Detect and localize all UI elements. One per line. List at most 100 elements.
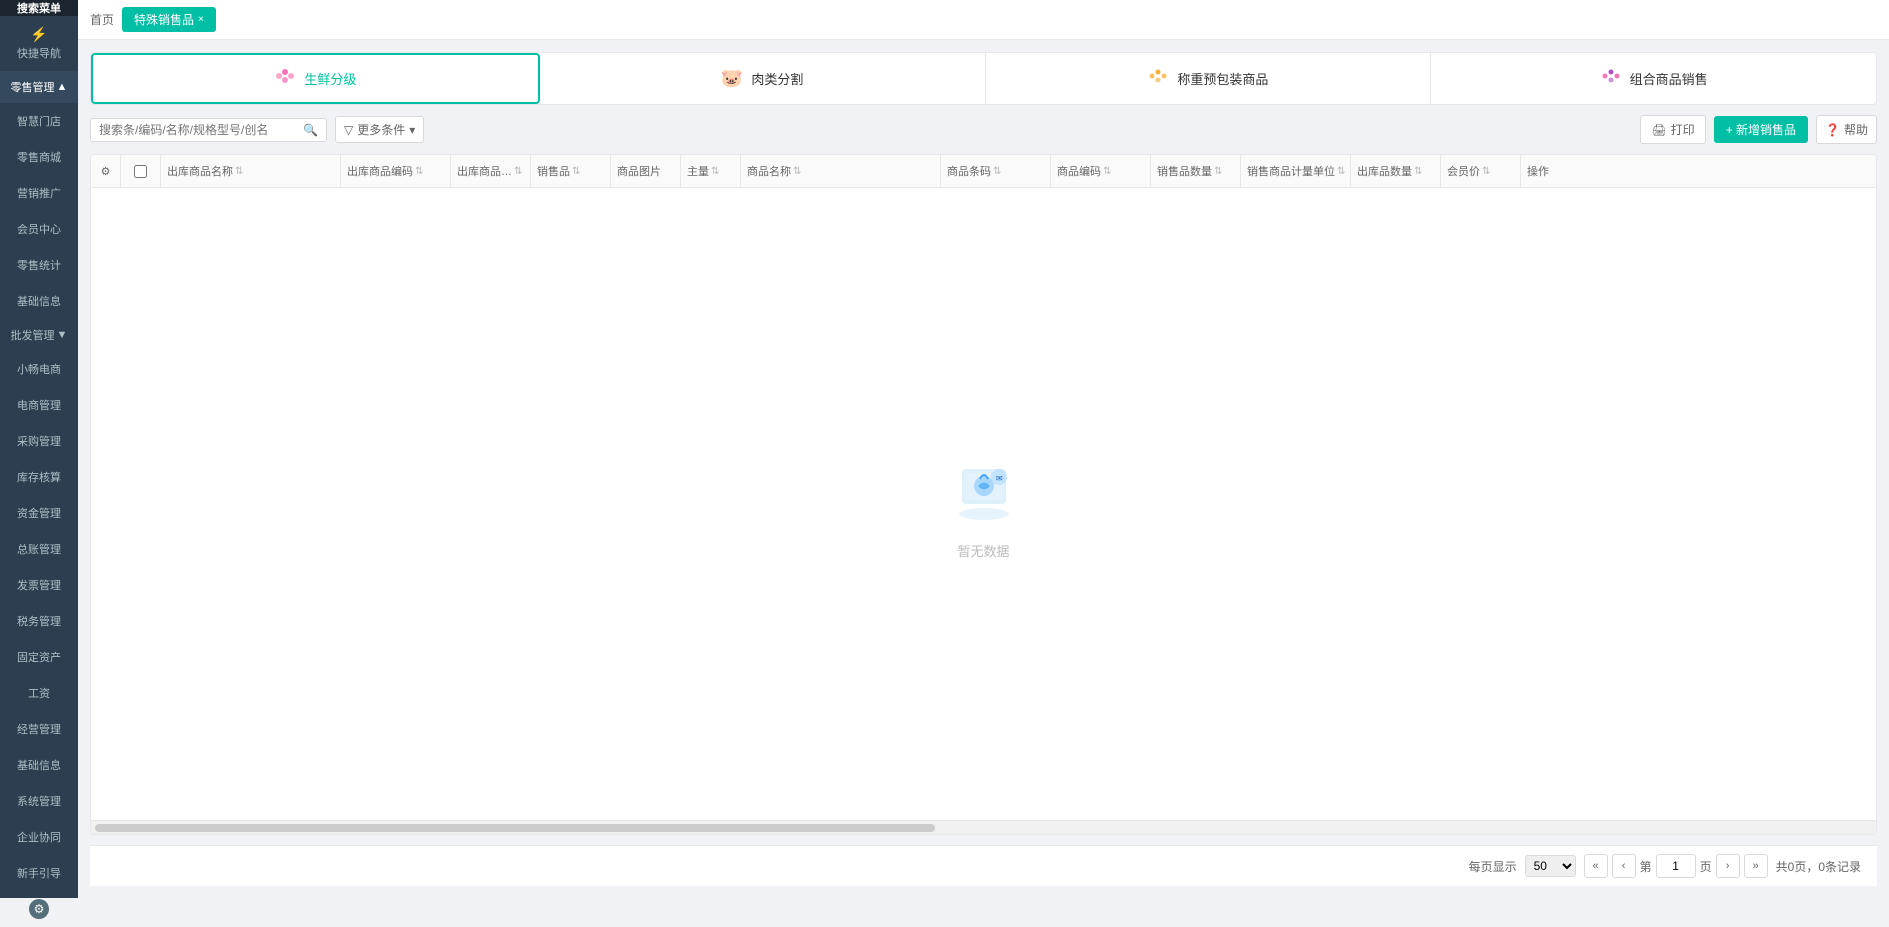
sidebar-bottom: ⚙	[0, 891, 78, 927]
sidebar-item-basic-info[interactable]: 基础信息	[0, 283, 78, 319]
cat-tab-fresh[interactable]: 生鲜分级	[91, 53, 540, 104]
sidebar-item-inventory[interactable]: 库存核算	[0, 459, 78, 495]
sidebar-item-general-ledger[interactable]: 总账管理	[0, 531, 78, 567]
cat-tab-weighing[interactable]: 称重预包装商品	[986, 53, 1432, 104]
sort-icon-weight[interactable]: ⇅	[711, 166, 719, 177]
combo-label: 组合商品销售	[1630, 69, 1708, 88]
sort-icon-sales-qty[interactable]: ⇅	[1214, 166, 1222, 177]
horizontal-scrollbar[interactable]	[91, 820, 1876, 834]
next-page-button[interactable]: ›	[1716, 854, 1740, 878]
retail-arrow-icon: ▲	[57, 81, 68, 93]
breadcrumb-home[interactable]: 首页	[90, 11, 114, 28]
table-header: ⚙ 出库商品名称 ⇅ 出库商品编码 ⇅ 出库商品… ⇅ 销售品	[91, 155, 1876, 188]
sidebar-item-wages[interactable]: 工资	[0, 675, 78, 711]
category-tabs: 生鲜分级 🐷 肉类分割 称重预包装商品	[90, 52, 1877, 105]
help-icon: ❓	[1825, 123, 1840, 137]
th-member-price: 会员价 ⇅	[1441, 155, 1521, 187]
sidebar-item-retail-stats[interactable]: 零售统计	[0, 247, 78, 283]
meat-label: 肉类分割	[751, 69, 803, 88]
active-tab[interactable]: 特殊销售品 ×	[122, 7, 216, 32]
sort-icon-price[interactable]: ⇅	[1482, 166, 1490, 177]
sidebar-item-marketing[interactable]: 营销推广	[0, 175, 78, 211]
sidebar-item-tax[interactable]: 税务管理	[0, 603, 78, 639]
sidebar-item-quick-nav[interactable]: ⚡ 快捷导航	[0, 16, 78, 71]
sidebar-logo: 搜索菜单	[0, 0, 78, 16]
sort-icon-item-code[interactable]: ⇅	[1103, 166, 1111, 177]
filter-icon: ▽	[344, 123, 353, 137]
sort-icon-barcode[interactable]: ⇅	[993, 166, 1001, 177]
sidebar-item-new-guide[interactable]: 新手引导	[0, 855, 78, 891]
first-page-button[interactable]: «	[1584, 854, 1608, 878]
scroll-thumb[interactable]	[95, 824, 935, 832]
sidebar-item-ecommerce[interactable]: 电商管理	[0, 387, 78, 423]
filter-arrow-icon: ▾	[409, 123, 415, 137]
filter-button[interactable]: ▽ 更多条件 ▾	[335, 116, 424, 143]
sidebar-item-basic-info2[interactable]: 基础信息	[0, 747, 78, 783]
th-settings[interactable]: ⚙	[91, 155, 121, 187]
sidebar-item-fixed-assets[interactable]: 固定资产	[0, 639, 78, 675]
th-operation: 操作	[1521, 155, 1581, 187]
search-input[interactable]	[99, 123, 299, 137]
search-icon[interactable]: 🔍	[303, 123, 318, 137]
th-img: 商品图片	[611, 155, 681, 187]
last-page-button[interactable]: »	[1744, 854, 1768, 878]
sidebar-item-enterprise[interactable]: 企业协同	[0, 819, 78, 855]
th-out-sku: 出库商品… ⇅	[451, 155, 531, 187]
pagination: « ‹ 第 页 › »	[1584, 854, 1768, 878]
th-barcode: 商品条码 ⇅	[941, 155, 1051, 187]
empty-illustration: ✉	[944, 449, 1024, 529]
cat-tab-meat[interactable]: 🐷 肉类分割	[540, 53, 986, 104]
table-body: ✉ 暂无数据	[91, 188, 1876, 820]
weighing-icon	[1147, 67, 1169, 90]
page-number-input[interactable]	[1656, 854, 1696, 878]
help-button[interactable]: ❓ 帮助	[1816, 115, 1877, 144]
active-tab-label: 特殊销售品	[134, 11, 194, 28]
sort-icon-out-qty[interactable]: ⇅	[1414, 166, 1422, 177]
combo-icon	[1600, 67, 1622, 90]
sidebar-item-member[interactable]: 会员中心	[0, 211, 78, 247]
sidebar-item-system[interactable]: 系统管理	[0, 783, 78, 819]
sort-icon-out-sku[interactable]: ⇅	[514, 166, 522, 177]
print-button[interactable]: 🖨 打印	[1640, 115, 1705, 144]
tab-close-icon[interactable]: ×	[198, 14, 204, 25]
th-out-name: 出库商品名称 ⇅	[161, 155, 341, 187]
add-button[interactable]: + 新增销售品	[1714, 116, 1808, 143]
content-area: 生鲜分级 🐷 肉类分割 称重预包装商品	[78, 40, 1889, 898]
sidebar-item-wholesale[interactable]: 批发管理 ▼	[0, 319, 78, 351]
quick-nav-icon: ⚡	[30, 26, 47, 43]
settings-icon[interactable]: ⚙	[29, 899, 49, 919]
th-sales-item: 销售品 ⇅	[531, 155, 611, 187]
sidebar-item-smart-store[interactable]: 智慧门店	[0, 103, 78, 139]
select-all-checkbox[interactable]	[134, 165, 147, 178]
th-item-code: 商品编码 ⇅	[1051, 155, 1151, 187]
wholesale-arrow-icon: ▼	[57, 329, 68, 341]
sidebar-item-mini-prog[interactable]: 小畅电商	[0, 351, 78, 387]
th-checkbox[interactable]	[121, 155, 161, 187]
page-unit: 页	[1700, 858, 1712, 875]
sidebar-item-purchase[interactable]: 采购管理	[0, 423, 78, 459]
sort-icon-name[interactable]: ⇅	[793, 166, 801, 177]
prev-page-button[interactable]: ‹	[1612, 854, 1636, 878]
search-box: 🔍	[90, 118, 327, 142]
sidebar-item-invoice[interactable]: 发票管理	[0, 567, 78, 603]
th-sales-qty: 销售品数量 ⇅	[1151, 155, 1241, 187]
cat-tab-combo[interactable]: 组合商品销售	[1431, 53, 1876, 104]
main-area: 首页 特殊销售品 × 生鲜分级 🐷 肉	[78, 0, 1889, 898]
sidebar-item-finance[interactable]: 资金管理	[0, 495, 78, 531]
empty-state: ✉ 暂无数据	[944, 449, 1024, 560]
sidebar-item-operations[interactable]: 经营管理	[0, 711, 78, 747]
th-out-code: 出库商品编码 ⇅	[341, 155, 451, 187]
per-page-select[interactable]: 10 20 50 100	[1525, 855, 1576, 877]
fresh-icon	[274, 67, 296, 90]
sort-icon-out-code[interactable]: ⇅	[415, 166, 423, 177]
total-info: 共0页，0条记录	[1776, 858, 1861, 875]
print-icon: 🖨	[1651, 123, 1666, 137]
svg-text:✉: ✉	[996, 474, 1003, 483]
sidebar-item-retail[interactable]: 零售管理 ▲	[0, 71, 78, 103]
toolbar: 🔍 ▽ 更多条件 ▾ 🖨 打印 + 新增销售品 ❓ 帮助	[90, 115, 1877, 144]
data-table: ⚙ 出库商品名称 ⇅ 出库商品编码 ⇅ 出库商品… ⇅ 销售品	[90, 154, 1877, 835]
sidebar-item-retail-mall[interactable]: 零售商城	[0, 139, 78, 175]
sort-icon-out-name[interactable]: ⇅	[235, 166, 243, 177]
sort-icon-unit[interactable]: ⇅	[1337, 166, 1345, 177]
sort-icon-sales[interactable]: ⇅	[572, 166, 580, 177]
